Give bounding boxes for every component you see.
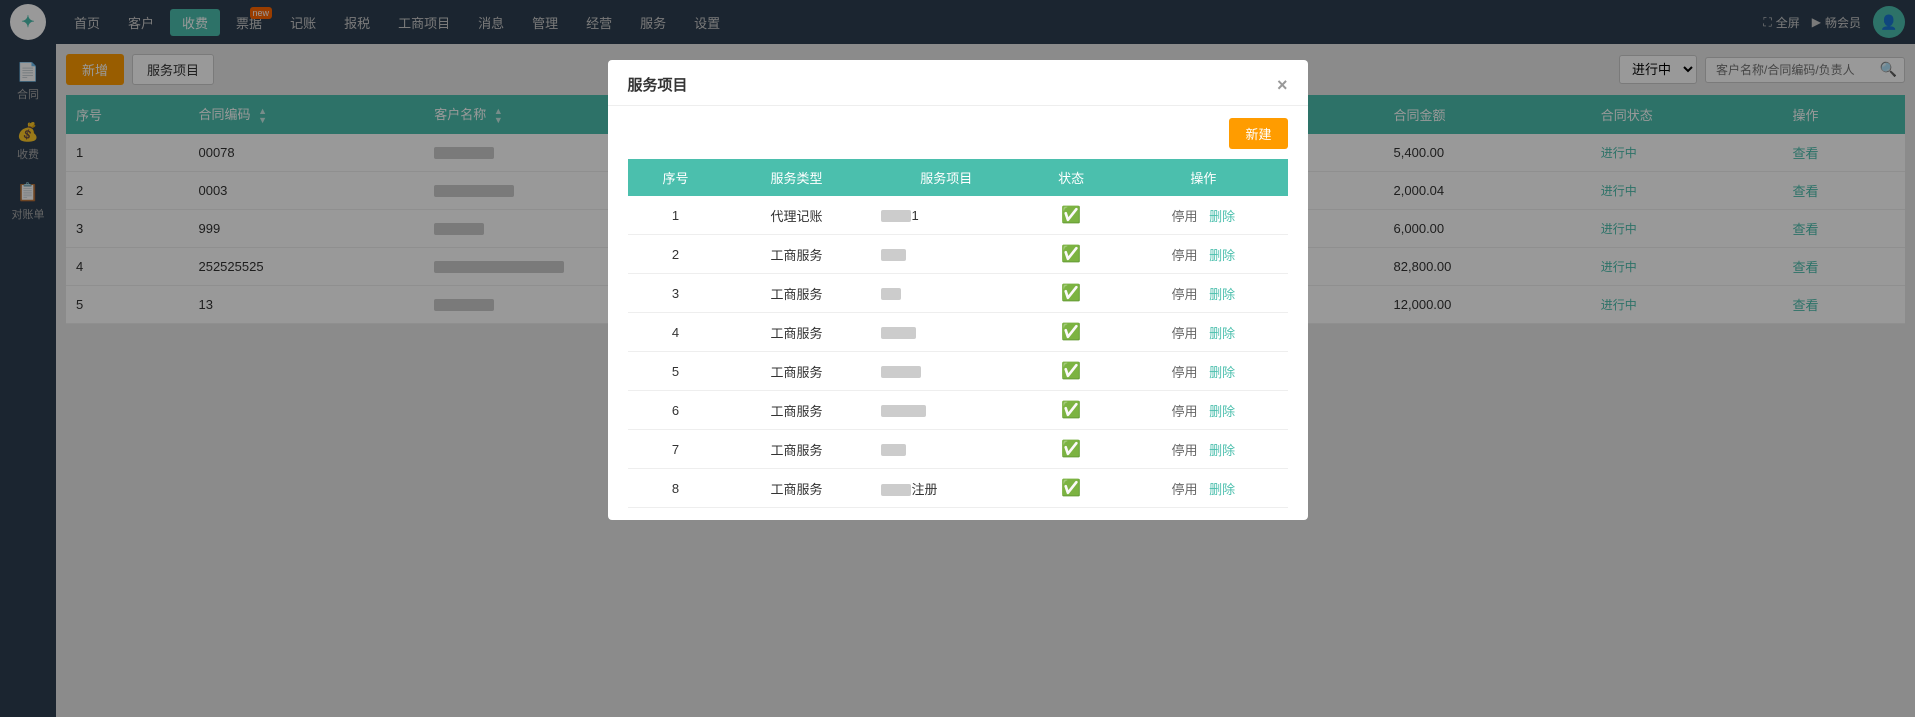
modal-cell-status: ✅ bbox=[1023, 274, 1119, 313]
modal-cell-seq: 2 bbox=[628, 235, 724, 274]
modal-cell-item: 注册 bbox=[869, 469, 1023, 508]
delete-button[interactable]: 删除 bbox=[1209, 404, 1235, 419]
stop-button[interactable]: 停用 bbox=[1172, 326, 1198, 341]
modal-cell-type: 工商服务 bbox=[724, 313, 870, 352]
modal-cell-status: ✅ bbox=[1023, 352, 1119, 391]
modal-cell-status: ✅ bbox=[1023, 196, 1119, 235]
modal-col-type: 服务类型 bbox=[724, 159, 870, 196]
list-item: 3 工商服务 ✅ 停用 删除 bbox=[628, 274, 1288, 313]
modal-col-seq: 序号 bbox=[628, 159, 724, 196]
modal-cell-seq: 8 bbox=[628, 469, 724, 508]
modal-cell-actions: 停用 删除 bbox=[1119, 313, 1287, 352]
delete-button[interactable]: 删除 bbox=[1209, 287, 1235, 302]
modal-cell-type: 代理记账 bbox=[724, 196, 870, 235]
modal-cell-type: 工商服务 bbox=[724, 352, 870, 391]
modal-table-wrap[interactable]: 序号 服务类型 服务项目 状态 操作 1 代理记账 1 ✅ 停用 删除 2 bbox=[628, 159, 1288, 508]
delete-button[interactable]: 删除 bbox=[1209, 248, 1235, 263]
modal-cell-actions: 停用 删除 bbox=[1119, 430, 1287, 469]
stop-button[interactable]: 停用 bbox=[1172, 248, 1198, 263]
modal-cell-item: 1 bbox=[869, 196, 1023, 235]
delete-button[interactable]: 删除 bbox=[1209, 443, 1235, 458]
list-item: 6 工商服务 ✅ 停用 删除 bbox=[628, 391, 1288, 430]
modal-cell-type: 工商服务 bbox=[724, 469, 870, 508]
modal-new-button[interactable]: 新建 bbox=[1229, 118, 1287, 149]
service-items-modal: 服务项目 × 新建 序号 服务类型 服务项目 状态 操作 bbox=[608, 60, 1308, 520]
modal-cell-status: ✅ bbox=[1023, 430, 1119, 469]
list-item: 4 工商服务 ✅ 停用 删除 bbox=[628, 313, 1288, 352]
delete-button[interactable]: 删除 bbox=[1209, 326, 1235, 341]
modal-col-action: 操作 bbox=[1119, 159, 1287, 196]
modal-cell-status: ✅ bbox=[1023, 391, 1119, 430]
modal-cell-seq: 6 bbox=[628, 391, 724, 430]
modal-cell-type: 工商服务 bbox=[724, 430, 870, 469]
modal-cell-status: ✅ bbox=[1023, 469, 1119, 508]
list-item: 1 代理记账 1 ✅ 停用 删除 bbox=[628, 196, 1288, 235]
stop-button[interactable]: 停用 bbox=[1172, 365, 1198, 380]
modal-cell-seq: 5 bbox=[628, 352, 724, 391]
modal-cell-actions: 停用 删除 bbox=[1119, 235, 1287, 274]
modal-body: 新建 序号 服务类型 服务项目 状态 操作 bbox=[608, 106, 1308, 520]
delete-button[interactable]: 删除 bbox=[1209, 209, 1235, 224]
list-item: 8 工商服务 注册 ✅ 停用 删除 bbox=[628, 469, 1288, 508]
modal-cell-item bbox=[869, 391, 1023, 430]
modal-cell-actions: 停用 删除 bbox=[1119, 352, 1287, 391]
modal-cell-type: 工商服务 bbox=[724, 235, 870, 274]
delete-button[interactable]: 删除 bbox=[1209, 365, 1235, 380]
modal-overlay[interactable]: 服务项目 × 新建 序号 服务类型 服务项目 状态 操作 bbox=[0, 0, 1915, 717]
modal-cell-item bbox=[869, 274, 1023, 313]
modal-cell-type: 工商服务 bbox=[724, 391, 870, 430]
modal-title: 服务项目 bbox=[628, 74, 688, 95]
list-item: 5 工商服务 ✅ 停用 删除 bbox=[628, 352, 1288, 391]
modal-cell-seq: 1 bbox=[628, 196, 724, 235]
modal-cell-type: 工商服务 bbox=[724, 274, 870, 313]
modal-toolbar: 新建 bbox=[628, 118, 1288, 149]
modal-cell-status: ✅ bbox=[1023, 235, 1119, 274]
modal-cell-item bbox=[869, 430, 1023, 469]
modal-close-button[interactable]: × bbox=[1277, 76, 1288, 94]
modal-cell-seq: 7 bbox=[628, 430, 724, 469]
modal-cell-seq: 3 bbox=[628, 274, 724, 313]
modal-cell-actions: 停用 删除 bbox=[1119, 469, 1287, 508]
list-item: 7 工商服务 ✅ 停用 删除 bbox=[628, 430, 1288, 469]
stop-button[interactable]: 停用 bbox=[1172, 482, 1198, 497]
delete-button[interactable]: 删除 bbox=[1209, 482, 1235, 497]
modal-cell-seq: 4 bbox=[628, 313, 724, 352]
modal-cell-actions: 停用 删除 bbox=[1119, 274, 1287, 313]
modal-cell-item bbox=[869, 313, 1023, 352]
modal-cell-item bbox=[869, 235, 1023, 274]
modal-cell-actions: 停用 删除 bbox=[1119, 391, 1287, 430]
modal-header: 服务项目 × bbox=[608, 60, 1308, 106]
modal-col-item: 服务项目 bbox=[869, 159, 1023, 196]
stop-button[interactable]: 停用 bbox=[1172, 287, 1198, 302]
stop-button[interactable]: 停用 bbox=[1172, 404, 1198, 419]
modal-cell-item bbox=[869, 352, 1023, 391]
modal-cell-actions: 停用 删除 bbox=[1119, 196, 1287, 235]
list-item: 2 工商服务 ✅ 停用 删除 bbox=[628, 235, 1288, 274]
stop-button[interactable]: 停用 bbox=[1172, 209, 1198, 224]
modal-col-status: 状态 bbox=[1023, 159, 1119, 196]
stop-button[interactable]: 停用 bbox=[1172, 443, 1198, 458]
modal-cell-status: ✅ bbox=[1023, 313, 1119, 352]
service-items-table: 序号 服务类型 服务项目 状态 操作 1 代理记账 1 ✅ 停用 删除 2 bbox=[628, 159, 1288, 508]
